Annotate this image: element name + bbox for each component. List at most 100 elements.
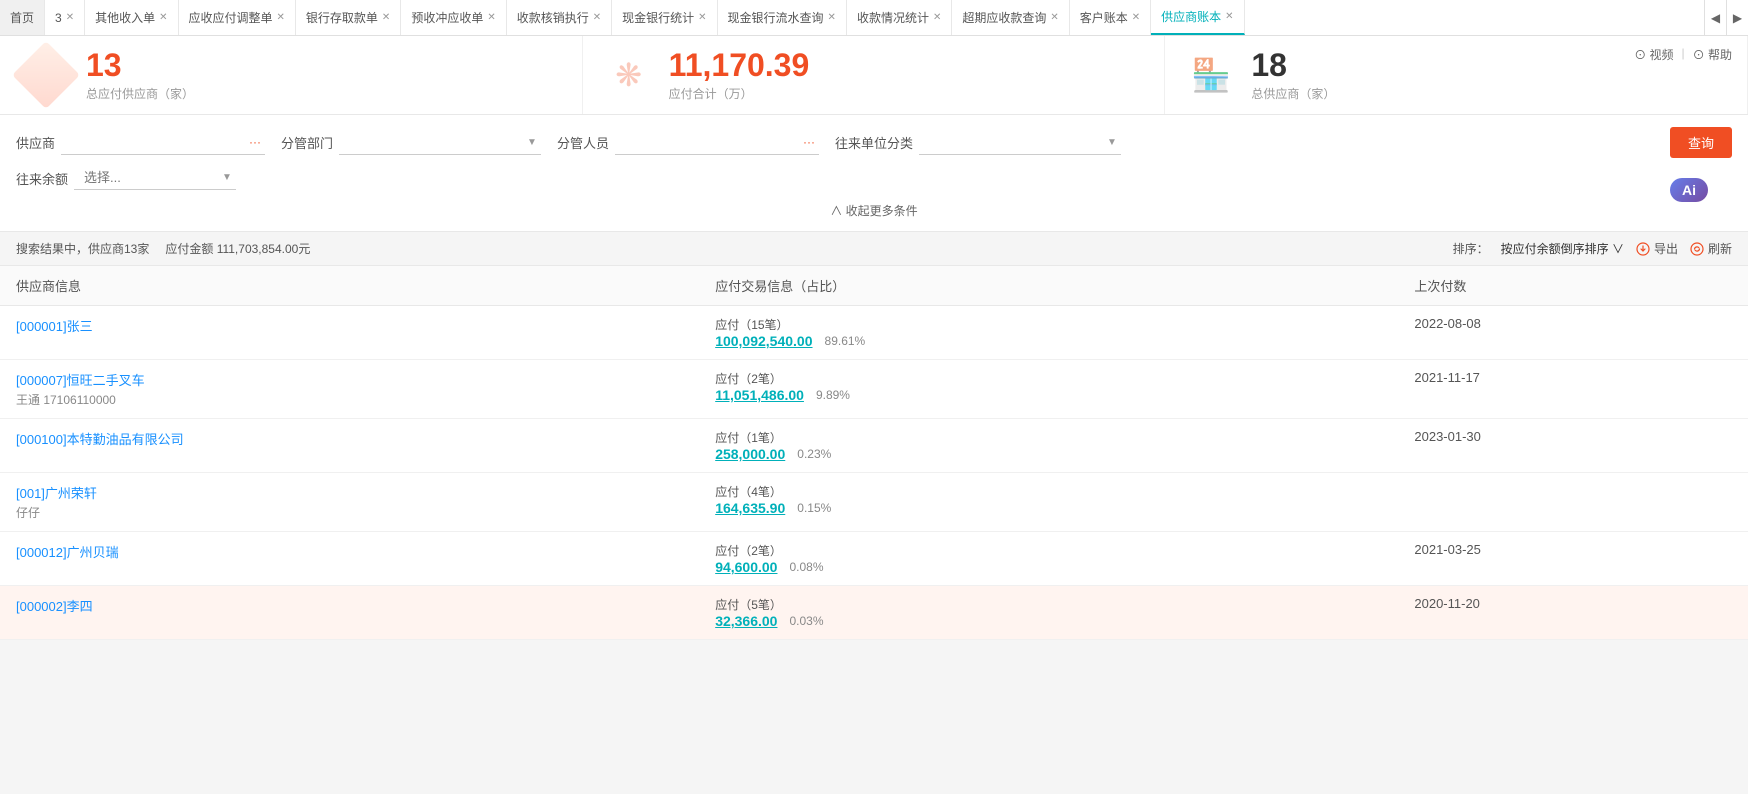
balance-input[interactable] xyxy=(78,168,218,187)
supplier-link[interactable]: [000012]广州贝瑞 xyxy=(16,545,119,560)
sort-value[interactable]: 按应付余额倒序排序 ∨ xyxy=(1501,240,1624,257)
diamond-icon xyxy=(20,49,72,101)
total-suppliers-number: 18 xyxy=(1251,48,1335,83)
dept-dropdown-icon[interactable]: ▼ xyxy=(527,137,537,148)
tx-amount[interactable]: 258,000.00 xyxy=(715,446,785,462)
nav-tab-supplier-ledger[interactable]: 供应商账本 ✕ xyxy=(1151,0,1244,35)
balance-dropdown-icon[interactable]: ▼ xyxy=(222,172,232,183)
nav-tab-prepay-ar[interactable]: 预收冲应收单 ✕ xyxy=(401,0,506,35)
close-icon[interactable]: ✕ xyxy=(487,12,495,23)
payable-total-label: 应付合计（万） xyxy=(669,85,810,102)
nav-arrows: ◀ ▶ xyxy=(1704,0,1748,36)
filter-row-2: 往来余额 ▼ xyxy=(16,166,1732,190)
dept-input-wrapper: ▼ xyxy=(339,131,541,155)
person-input[interactable] xyxy=(619,133,799,152)
nav-next-button[interactable]: ▶ xyxy=(1726,0,1748,36)
person-dots-icon[interactable]: ··· xyxy=(803,135,815,149)
tx-label: 应付（2笔） xyxy=(715,542,1382,559)
dept-label: 分管部门 xyxy=(281,133,333,152)
supplier-link[interactable]: [000001]张三 xyxy=(16,319,93,334)
close-icon[interactable]: ✕ xyxy=(66,12,74,23)
tx-cell: 应付（15笔）100,092,540.0089.61% xyxy=(699,306,1398,360)
close-icon[interactable]: ✕ xyxy=(1225,11,1233,22)
results-bar: 搜索结果中，供应商13家 应付金额 111,703,854.00元 排序： 按应… xyxy=(0,232,1748,266)
last-payment-cell: 2023-01-30 xyxy=(1398,419,1748,473)
dept-input[interactable] xyxy=(343,133,523,152)
last-payment-cell: 2020-11-20 xyxy=(1398,586,1748,640)
nav-tab-receipt-stat[interactable]: 收款情况统计 ✕ xyxy=(847,0,952,35)
tx-label: 应付（15笔） xyxy=(715,316,1382,333)
nav-tab-bank-deposit[interactable]: 银行存取款单 ✕ xyxy=(296,0,401,35)
tx-amount[interactable]: 32,366.00 xyxy=(715,613,777,629)
supplier-label: 供应商 xyxy=(16,133,55,152)
supplier-link[interactable]: [000002]李四 xyxy=(16,599,93,614)
nav-tab-home-label: 首页 xyxy=(10,9,34,26)
tx-cell: 应付（4笔）164,635.900.15% xyxy=(699,473,1398,532)
supplier-input[interactable] xyxy=(65,133,245,152)
tx-cell: 应付（1笔）258,000.000.23% xyxy=(699,419,1398,473)
close-icon[interactable]: ✕ xyxy=(593,12,601,23)
total-suppliers-label: 总供应商（家） xyxy=(1251,85,1335,102)
category-label: 往来单位分类 xyxy=(835,133,913,152)
balance-label: 往来余额 xyxy=(16,169,68,188)
tx-percent: 9.89% xyxy=(816,388,850,402)
close-icon[interactable]: ✕ xyxy=(698,12,706,23)
category-input-wrapper: ▼ xyxy=(919,131,1121,155)
supplier-cell: [000001]张三 xyxy=(0,306,699,360)
tx-label: 应付（1笔） xyxy=(715,429,1382,446)
tx-amount[interactable]: 164,635.90 xyxy=(715,500,785,516)
close-icon[interactable]: ✕ xyxy=(159,12,167,23)
nav-tab-3[interactable]: 3 ✕ xyxy=(45,0,85,35)
tx-amount[interactable]: 94,600.00 xyxy=(715,559,777,575)
balance-filter: 往来余额 ▼ xyxy=(16,166,236,190)
nav-tab-ar-ap-adjust[interactable]: 应收应付调整单 ✕ xyxy=(179,0,296,35)
nav-tab-receipt-exec[interactable]: 收款核销执行 ✕ xyxy=(507,0,612,35)
nav-prev-button[interactable]: ◀ xyxy=(1704,0,1726,36)
table-row: [000002]李四应付（5笔）32,366.000.03%2020-11-20 xyxy=(0,586,1748,640)
nav-tab-other-income[interactable]: 其他收入单 ✕ xyxy=(85,0,178,35)
supplier-link[interactable]: [000007]恒旺二手叉车 xyxy=(16,373,145,388)
last-payment-cell xyxy=(1398,473,1748,532)
filter-row-1: 供应商 ··· 分管部门 ▼ 分管人员 ··· xyxy=(16,127,1732,158)
nav-tab-cash-flow[interactable]: 现金银行流水查询 ✕ xyxy=(718,0,847,35)
tx-amount[interactable]: 100,092,540.00 xyxy=(715,333,812,349)
close-icon[interactable]: ✕ xyxy=(1050,12,1058,23)
close-icon[interactable]: ✕ xyxy=(933,12,941,23)
supplier-cell: [000012]广州贝瑞 xyxy=(0,532,699,586)
nav-tab-supplier-ledger-label: 供应商账本 xyxy=(1161,8,1221,25)
close-icon[interactable]: ✕ xyxy=(828,12,836,23)
person-label: 分管人员 xyxy=(557,133,609,152)
supplier-link[interactable]: [000100]本特勤油品有限公司 xyxy=(16,432,184,447)
query-button[interactable]: 查询 xyxy=(1670,127,1732,158)
close-icon[interactable]: ✕ xyxy=(277,12,285,23)
top-navigation: 首页 3 ✕ 其他收入单 ✕ 应收应付调整单 ✕ 银行存取款单 ✕ 预收冲应收单… xyxy=(0,0,1748,36)
close-icon[interactable]: ✕ xyxy=(1132,12,1140,23)
nav-tab-home[interactable]: 首页 xyxy=(0,0,45,35)
tx-percent: 0.15% xyxy=(797,501,831,515)
supplier-dots-icon[interactable]: ··· xyxy=(249,135,261,149)
category-input[interactable] xyxy=(923,133,1103,152)
supplier-link[interactable]: [001]广州荣轩 xyxy=(16,486,97,501)
results-right-actions: 排序： 按应付余额倒序排序 ∨ 导出 刷新 xyxy=(1453,240,1732,257)
tx-amount[interactable]: 11,051,486.00 xyxy=(715,387,804,403)
export-button[interactable]: 导出 xyxy=(1636,240,1678,257)
table-header-row: 供应商信息 应付交易信息（占比） 上次付数 xyxy=(0,266,1748,306)
nav-tab-cash-bank-stat[interactable]: 现金银行统计 ✕ xyxy=(612,0,717,35)
ai-button[interactable]: Ai xyxy=(1670,178,1708,202)
category-dropdown-icon[interactable]: ▼ xyxy=(1107,137,1117,148)
stat-payable-total: ❋ 11,170.39 应付合计（万） xyxy=(583,36,1166,114)
last-payment-cell: 2021-03-25 xyxy=(1398,532,1748,586)
refresh-icon xyxy=(1690,242,1704,256)
tx-label: 应付（2笔） xyxy=(715,370,1382,387)
payable-total-number: 11,170.39 xyxy=(669,48,810,83)
sort-label: 排序： xyxy=(1453,240,1489,257)
help-link[interactable]: ⊙ 帮助 xyxy=(1693,46,1732,63)
nav-tab-customer-ledger[interactable]: 客户账本 ✕ xyxy=(1070,0,1151,35)
nav-tab-overdue-ar[interactable]: 超期应收款查询 ✕ xyxy=(952,0,1069,35)
refresh-button[interactable]: 刷新 xyxy=(1690,240,1732,257)
person-filter: 分管人员 ··· xyxy=(557,131,819,155)
video-link[interactable]: ⊙ 视频 xyxy=(1634,46,1673,63)
table-row: [001]广州荣轩仔仔应付（4笔）164,635.900.15% xyxy=(0,473,1748,532)
collapse-bar[interactable]: ∧ 收起更多条件 xyxy=(16,198,1732,223)
close-icon[interactable]: ✕ xyxy=(382,12,390,23)
